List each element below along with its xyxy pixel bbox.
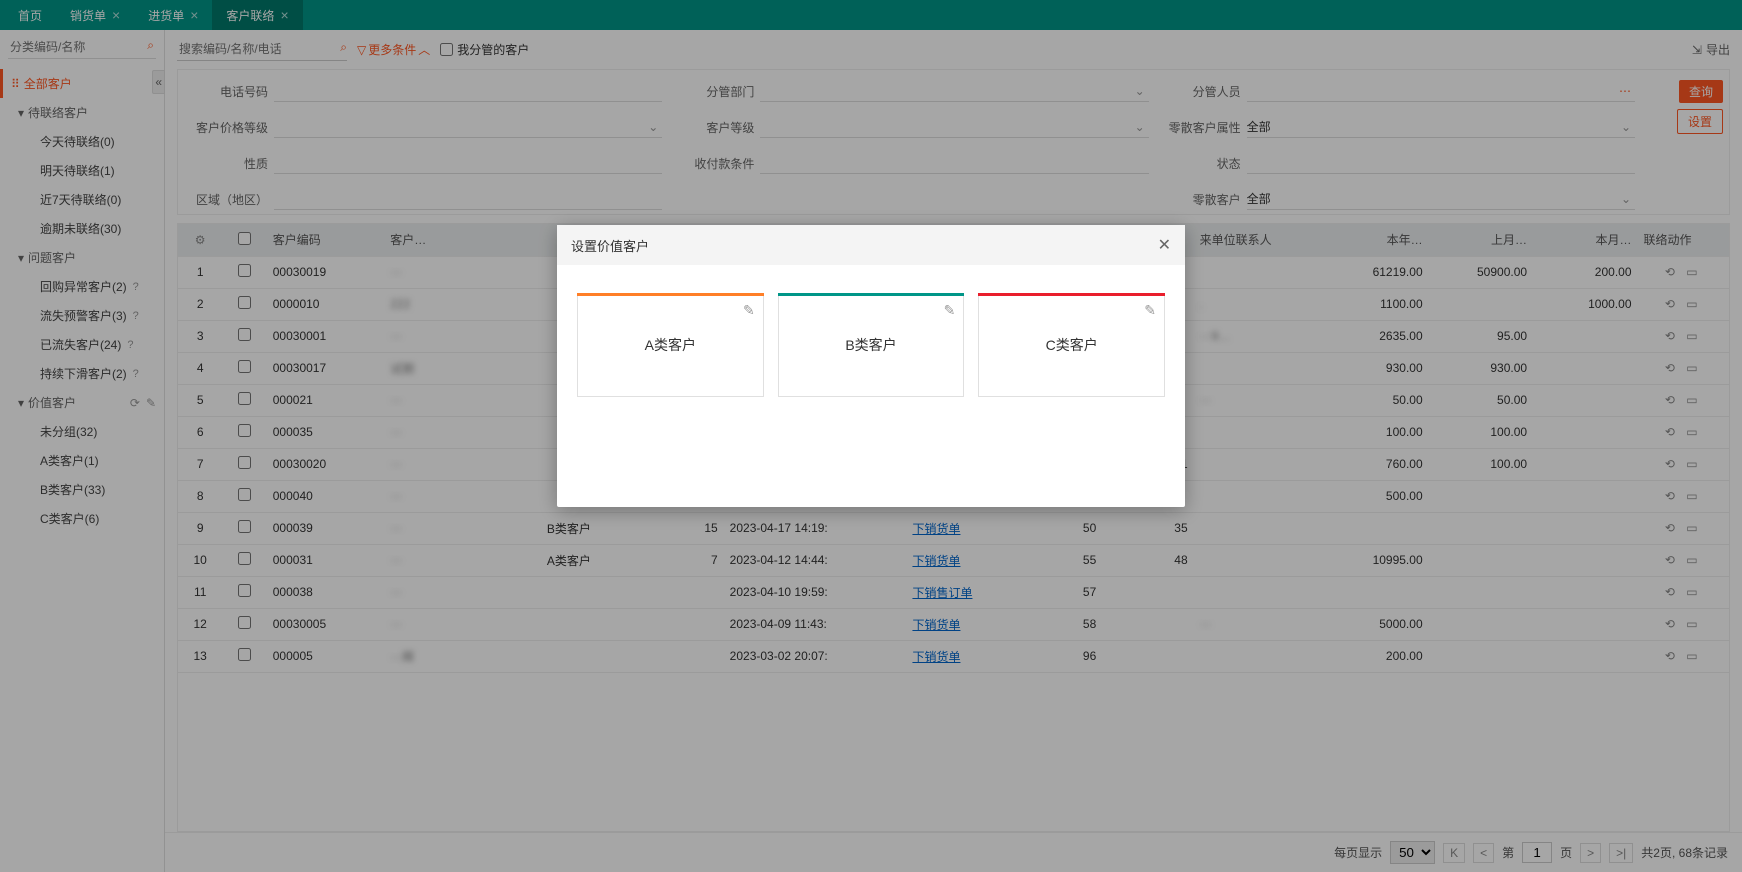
card-b[interactable]: ✎ B类客户 bbox=[778, 293, 965, 397]
stripe bbox=[978, 293, 1165, 296]
modal-overlay[interactable]: 设置价值客户 ✕ ✎ A类客户 ✎ B类客户 ✎ C类客户 bbox=[0, 0, 1742, 872]
edit-icon[interactable]: ✎ bbox=[1144, 302, 1156, 319]
card-c[interactable]: ✎ C类客户 bbox=[978, 293, 1165, 397]
card-a[interactable]: ✎ A类客户 bbox=[577, 293, 764, 397]
modal-close-button[interactable]: ✕ bbox=[1158, 235, 1171, 255]
stripe bbox=[778, 293, 965, 296]
stripe bbox=[577, 293, 764, 296]
edit-icon[interactable]: ✎ bbox=[944, 302, 956, 319]
value-customer-modal: 设置价值客户 ✕ ✎ A类客户 ✎ B类客户 ✎ C类客户 bbox=[557, 225, 1185, 507]
edit-icon[interactable]: ✎ bbox=[743, 302, 755, 319]
modal-title: 设置价值客户 bbox=[571, 236, 1158, 255]
